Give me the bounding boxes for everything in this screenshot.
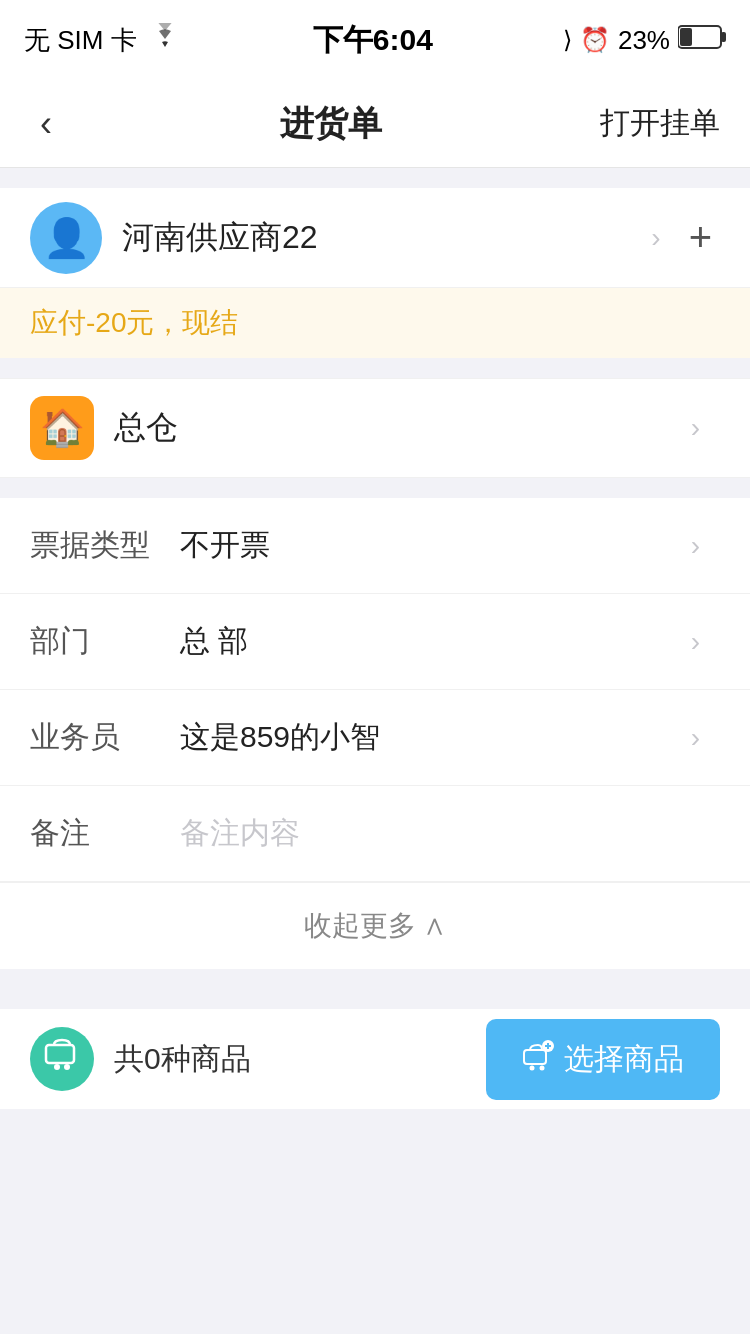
department-value: 总 部 bbox=[170, 621, 691, 662]
form-section: 票据类型 不开票 › 部门 总 部 › 业务员 这是859的小智 › 备注 备注… bbox=[0, 498, 750, 969]
warehouse-icon: 🏠 bbox=[30, 396, 94, 460]
invoice-type-value: 不开票 bbox=[170, 525, 691, 566]
status-right: ⟩ ⏰ 23% bbox=[563, 24, 726, 57]
invoice-type-label: 票据类型 bbox=[30, 525, 170, 566]
svg-point-7 bbox=[530, 1065, 535, 1070]
salesperson-label: 业务员 bbox=[30, 717, 170, 758]
notice-text: 应付-20元，现结 bbox=[30, 307, 238, 338]
svg-rect-1 bbox=[721, 32, 726, 42]
house-icon: 🏠 bbox=[40, 407, 85, 449]
svg-point-5 bbox=[64, 1064, 70, 1070]
status-time: 下午6:04 bbox=[313, 20, 433, 61]
collapse-button[interactable]: 收起更多 ∧ bbox=[0, 882, 750, 969]
notice-bar: 应付-20元，现结 bbox=[0, 288, 750, 358]
select-product-button[interactable]: 选择商品 bbox=[486, 1019, 720, 1100]
product-count: 共0种商品 bbox=[114, 1039, 486, 1080]
department-row[interactable]: 部门 总 部 › bbox=[0, 594, 750, 690]
salesperson-row[interactable]: 业务员 这是859的小智 › bbox=[0, 690, 750, 786]
status-left: 无 SIM 卡 bbox=[24, 23, 183, 58]
warehouse-chevron-icon: › bbox=[691, 412, 700, 444]
product-icon bbox=[30, 1027, 94, 1091]
section-divider-2 bbox=[0, 358, 750, 378]
warehouse-section: 🏠 总仓 › bbox=[0, 378, 750, 478]
avatar-icon: 👤 bbox=[43, 216, 90, 260]
supplier-row[interactable]: 👤 河南供应商22 › + bbox=[0, 188, 750, 288]
add-button[interactable]: + bbox=[681, 215, 720, 260]
invoice-type-row[interactable]: 票据类型 不开票 › bbox=[0, 498, 750, 594]
sim-text: 无 SIM 卡 bbox=[24, 23, 137, 58]
alarm-icon: ⏰ bbox=[580, 26, 610, 54]
salesperson-value: 这是859的小智 bbox=[170, 717, 691, 758]
back-button[interactable]: ‹ bbox=[30, 93, 62, 155]
battery-text: 23% bbox=[618, 25, 670, 56]
invoice-chevron-icon: › bbox=[691, 530, 700, 562]
chevron-right-icon: › bbox=[651, 222, 660, 254]
supplier-section: 👤 河南供应商22 › + 应付-20元，现结 bbox=[0, 188, 750, 358]
department-chevron-icon: › bbox=[691, 626, 700, 658]
select-cart-icon bbox=[522, 1040, 554, 1079]
status-bar: 无 SIM 卡 下午6:04 ⟩ ⏰ 23% bbox=[0, 0, 750, 80]
collapse-text: 收起更多 ∧ bbox=[304, 907, 447, 945]
section-divider-3 bbox=[0, 969, 750, 989]
page-title: 进货单 bbox=[280, 101, 382, 147]
battery-icon bbox=[678, 24, 726, 57]
warehouse-name: 总仓 bbox=[114, 406, 691, 450]
remark-label: 备注 bbox=[30, 813, 170, 854]
open-pending-button[interactable]: 打开挂单 bbox=[600, 103, 720, 144]
supplier-avatar: 👤 bbox=[30, 202, 102, 274]
bottom-fill bbox=[0, 1109, 750, 1334]
supplier-name: 河南供应商22 bbox=[122, 216, 651, 260]
wifi-icon bbox=[147, 23, 183, 58]
location-icon: ⟩ bbox=[563, 26, 572, 54]
product-bar: 共0种商品 选择商品 bbox=[0, 1009, 750, 1109]
select-btn-label: 选择商品 bbox=[564, 1039, 684, 1080]
salesperson-chevron-icon: › bbox=[691, 722, 700, 754]
remark-input[interactable]: 备注内容 bbox=[170, 813, 720, 854]
nav-bar: ‹ 进货单 打开挂单 bbox=[0, 80, 750, 168]
warehouse-row[interactable]: 🏠 总仓 › bbox=[0, 378, 750, 478]
svg-rect-3 bbox=[46, 1045, 74, 1063]
svg-rect-6 bbox=[524, 1050, 546, 1064]
remark-row[interactable]: 备注 备注内容 bbox=[0, 786, 750, 882]
svg-point-4 bbox=[54, 1064, 60, 1070]
svg-rect-2 bbox=[680, 28, 692, 46]
department-label: 部门 bbox=[30, 621, 170, 662]
svg-point-8 bbox=[540, 1065, 545, 1070]
section-divider-1 bbox=[0, 168, 750, 188]
cart-icon bbox=[44, 1037, 80, 1081]
